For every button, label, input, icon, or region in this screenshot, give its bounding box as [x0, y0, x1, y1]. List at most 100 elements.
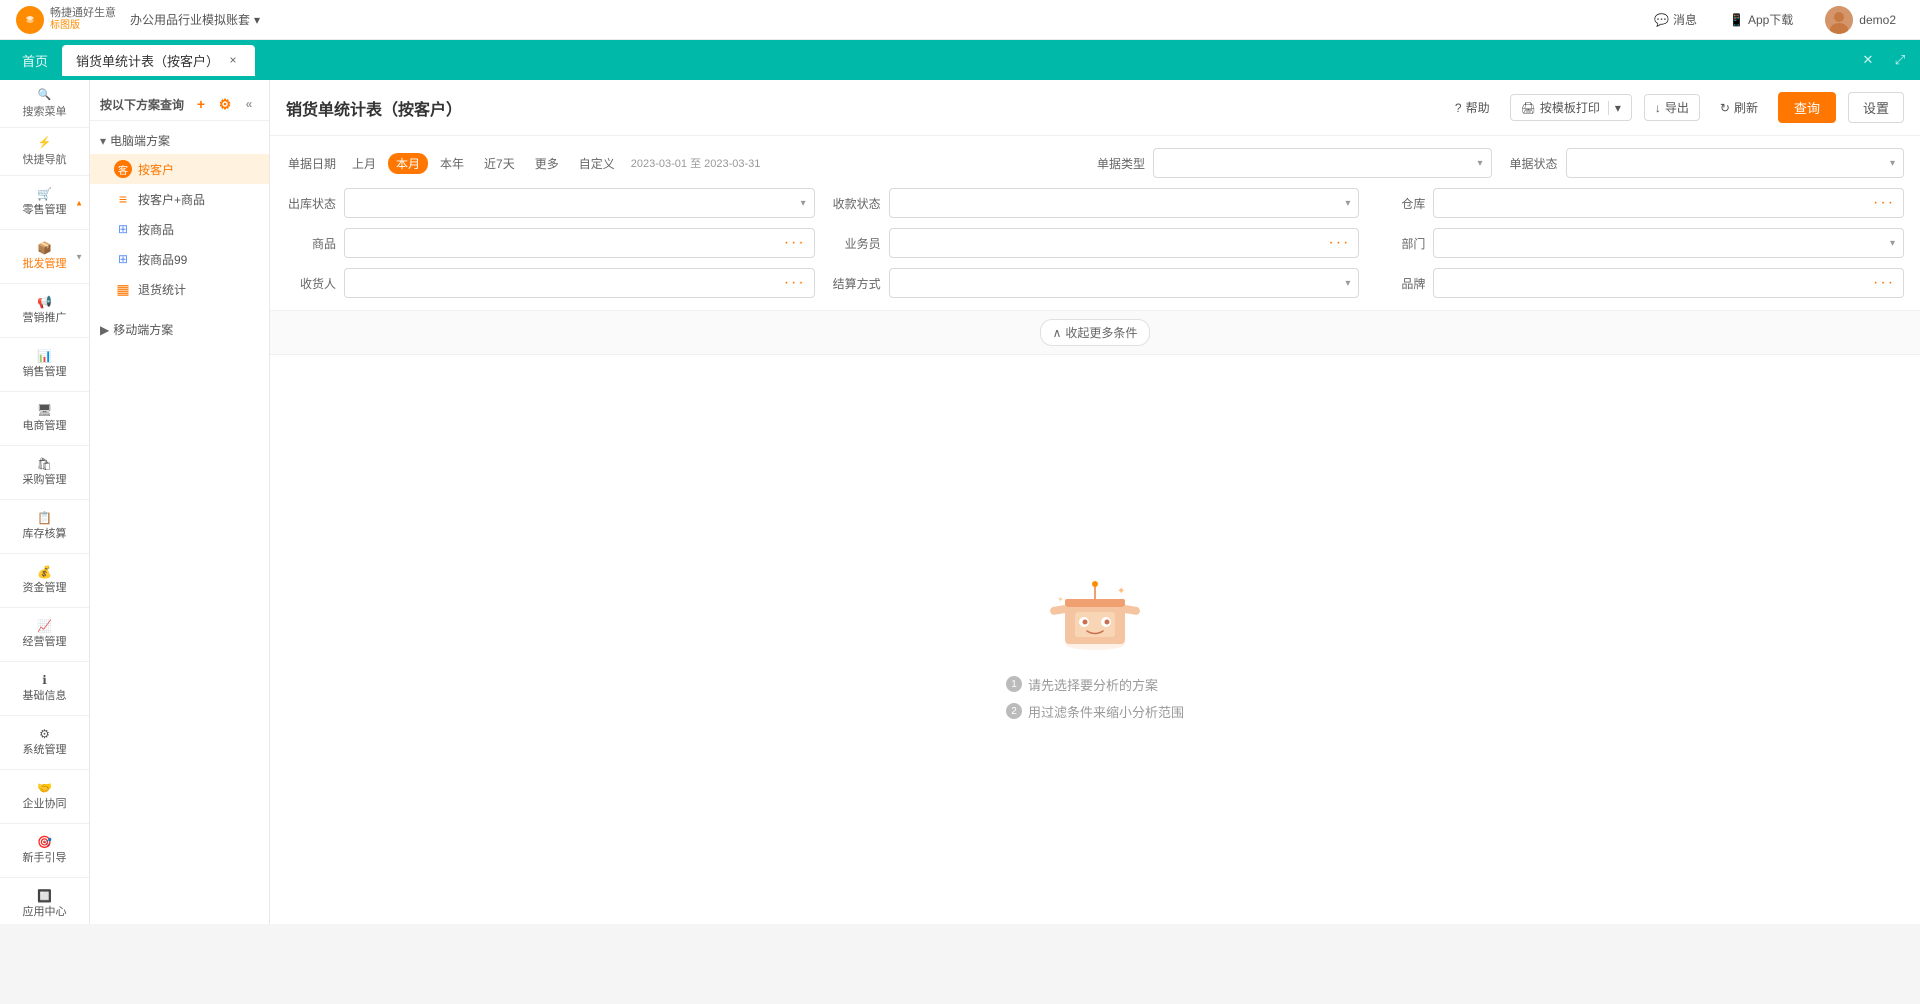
warehouse-input[interactable]: ···	[1433, 188, 1904, 218]
product99-label: 按商品99	[138, 251, 187, 268]
product-label: 商品	[286, 235, 336, 252]
retail-icon: 🛒	[37, 187, 52, 201]
shortcut-this-month[interactable]: 本月	[388, 153, 428, 174]
operation-icon: 📈	[37, 619, 52, 633]
table-icon-2: ⊞	[114, 250, 132, 268]
shortcut-last-month[interactable]: 上月	[344, 153, 384, 174]
tab-sales-stat[interactable]: 销货单统计表（按客户） ×	[62, 45, 255, 76]
refresh-label: 刷新	[1734, 99, 1758, 116]
shortcut-last-7[interactable]: 近7天	[476, 153, 523, 174]
page-header: 销货单统计表（按客户） ? 帮助 🖨 按模板打印 ▾ ↓	[270, 80, 1920, 136]
payment-select[interactable]: ▾	[889, 188, 1360, 218]
shortcut-more[interactable]: 更多	[527, 153, 567, 174]
shortcut-custom[interactable]: 自定义	[571, 153, 623, 174]
print-dropdown-arrow[interactable]: ▾	[1608, 101, 1621, 115]
sidebar-item-finance[interactable]: 💰 资金管理	[0, 554, 89, 608]
user-area[interactable]: demo2	[1817, 2, 1904, 38]
sidebar-item-retail[interactable]: 🛒 零售管理	[0, 176, 89, 230]
message-label: 消息	[1673, 11, 1697, 28]
filter-date: 单据日期 上月 本月 本年 近7天 更多 自定义 20	[286, 153, 1079, 174]
tree-item-by-product99[interactable]: ⊞ 按商品99	[90, 244, 269, 274]
filter-staff: 业务员 ···	[831, 228, 1360, 258]
app-download-btn[interactable]: 📱 App下载	[1721, 7, 1801, 32]
left-panel-title: 按以下方案查询	[100, 96, 184, 113]
settlement-select[interactable]: ▾	[889, 268, 1360, 298]
tree-item-by-product[interactable]: ⊞ 按商品	[90, 214, 269, 244]
message-icon: 💬	[1654, 13, 1669, 27]
content-area: 按以下方案查询 + ⚙ « ▾ 电脑端方案 客	[90, 80, 1920, 924]
company-select[interactable]: 办公用品行业模拟账套 ▾	[124, 9, 266, 30]
tree-item-by-customer[interactable]: 客 按客户	[90, 154, 269, 184]
sidebar-item-newuser[interactable]: 🎯 新手引导	[0, 824, 89, 878]
date-range: 2023-03-01 至 2023-03-31	[631, 155, 761, 171]
dept-select[interactable]: ▾	[1433, 228, 1904, 258]
settlement-dropdown-arrow: ▾	[1345, 278, 1350, 289]
restore-icon: ⤢	[1895, 52, 1905, 68]
tree-item-return-stats[interactable]: ▦ 退货统计	[90, 274, 269, 304]
sidebar-item-ecommerce[interactable]: 🖥 电商管理	[0, 392, 89, 446]
filter-row-2: 出库状态 ▾ 收款状态 ▾	[286, 188, 1904, 218]
sidebar-item-quick-nav[interactable]: ⚡ 快捷导航	[0, 128, 89, 176]
tab-close-btn[interactable]: ×	[225, 52, 241, 68]
collapse-btn[interactable]: ∧ 收起更多条件	[1040, 319, 1151, 346]
status-label: 单据状态	[1508, 155, 1558, 172]
status-select[interactable]: ▾	[1566, 148, 1905, 178]
wholesale-icon: 📦	[37, 241, 52, 255]
sidebar-item-search-menu[interactable]: 🔍 搜索菜单	[0, 80, 89, 128]
sidebar-item-basic[interactable]: ℹ 基础信息	[0, 662, 89, 716]
sidebar-item-sales[interactable]: 📊 销售管理	[0, 338, 89, 392]
help-btn[interactable]: ? 帮助	[1447, 95, 1498, 120]
ship-select[interactable]: ▾	[344, 188, 815, 218]
status-dropdown-arrow: ▾	[1890, 158, 1895, 169]
quick-nav-icon: ⚡	[38, 136, 52, 149]
customer-label: 按客户	[138, 161, 174, 178]
filter-warehouse: 仓库 ···	[1375, 188, 1904, 218]
query-btn[interactable]: 查询	[1778, 92, 1836, 123]
warehouse-picker-icon: ···	[1873, 194, 1895, 212]
sidebar-item-appcenter[interactable]: 🔲 应用中心	[0, 878, 89, 924]
sidebar-item-marketing[interactable]: 📢 营销推广	[0, 284, 89, 338]
payment-dropdown-arrow: ▾	[1345, 198, 1350, 209]
shortcut-this-year[interactable]: 本年	[432, 153, 472, 174]
product-input[interactable]: ···	[344, 228, 815, 258]
page-title: 销货单统计表（按客户）	[286, 96, 462, 120]
sidebar-item-enterprise[interactable]: 🤝 企业协同	[0, 770, 89, 824]
sidebar-item-inventory[interactable]: 📋 库存核算	[0, 500, 89, 554]
tip-text-2: 用过滤条件来缩小分析范围	[1028, 702, 1184, 721]
sidebar-item-operation[interactable]: 📈 经营管理	[0, 608, 89, 662]
date-label: 单据日期	[286, 155, 336, 172]
close-tab-btn[interactable]: ✕	[1856, 48, 1880, 72]
tree-item-by-customer-product[interactable]: ≡ 按客户+商品	[90, 184, 269, 214]
sidebar-item-wholesale[interactable]: 📦 批发管理	[0, 230, 89, 284]
collapse-panel-btn[interactable]: «	[239, 94, 259, 114]
tree-group-mobile[interactable]: ▶ 移动端方案	[90, 316, 269, 343]
sidebar-item-system[interactable]: ⚙ 系统管理	[0, 716, 89, 770]
recipient-input[interactable]: ···	[344, 268, 815, 298]
export-btn[interactable]: ↓ 导出	[1644, 94, 1700, 121]
settings-scheme-btn[interactable]: ⚙	[215, 94, 235, 114]
settings-btn[interactable]: 设置	[1848, 92, 1904, 123]
tab-home[interactable]: 首页	[8, 45, 62, 76]
logo-text: 畅捷通好生意	[50, 7, 116, 20]
bar-icon-2: ▦	[114, 280, 132, 298]
product-picker-icon: ···	[784, 234, 806, 252]
add-scheme-btn[interactable]: +	[191, 94, 211, 114]
brand-input[interactable]: ···	[1433, 268, 1904, 298]
tree-group-desktop[interactable]: ▾ 电脑端方案	[90, 127, 269, 154]
refresh-btn[interactable]: ↻ 刷新	[1712, 95, 1766, 120]
staff-picker-icon: ···	[1328, 234, 1350, 252]
breadcrumb-label: 标图版	[50, 20, 116, 32]
marketing-label: 营销推广	[23, 312, 67, 325]
type-select[interactable]: ▾	[1153, 148, 1492, 178]
appcenter-label: 应用中心	[23, 906, 67, 919]
close-icon: ✕	[1863, 52, 1874, 68]
staff-input[interactable]: ···	[889, 228, 1360, 258]
restore-btn[interactable]: ⤢	[1888, 48, 1912, 72]
filter-settlement: 结算方式 ▾	[831, 268, 1360, 298]
print-btn[interactable]: 🖨 按模板打印 ▾	[1510, 94, 1632, 121]
sidebar-item-purchase[interactable]: 🛍 采购管理	[0, 446, 89, 500]
message-btn[interactable]: 💬 消息	[1646, 7, 1705, 32]
collapse-icon: ∧	[1053, 326, 1062, 340]
enterprise-label: 企业协同	[23, 798, 67, 811]
return-stats-label: 退货统计	[138, 281, 186, 298]
